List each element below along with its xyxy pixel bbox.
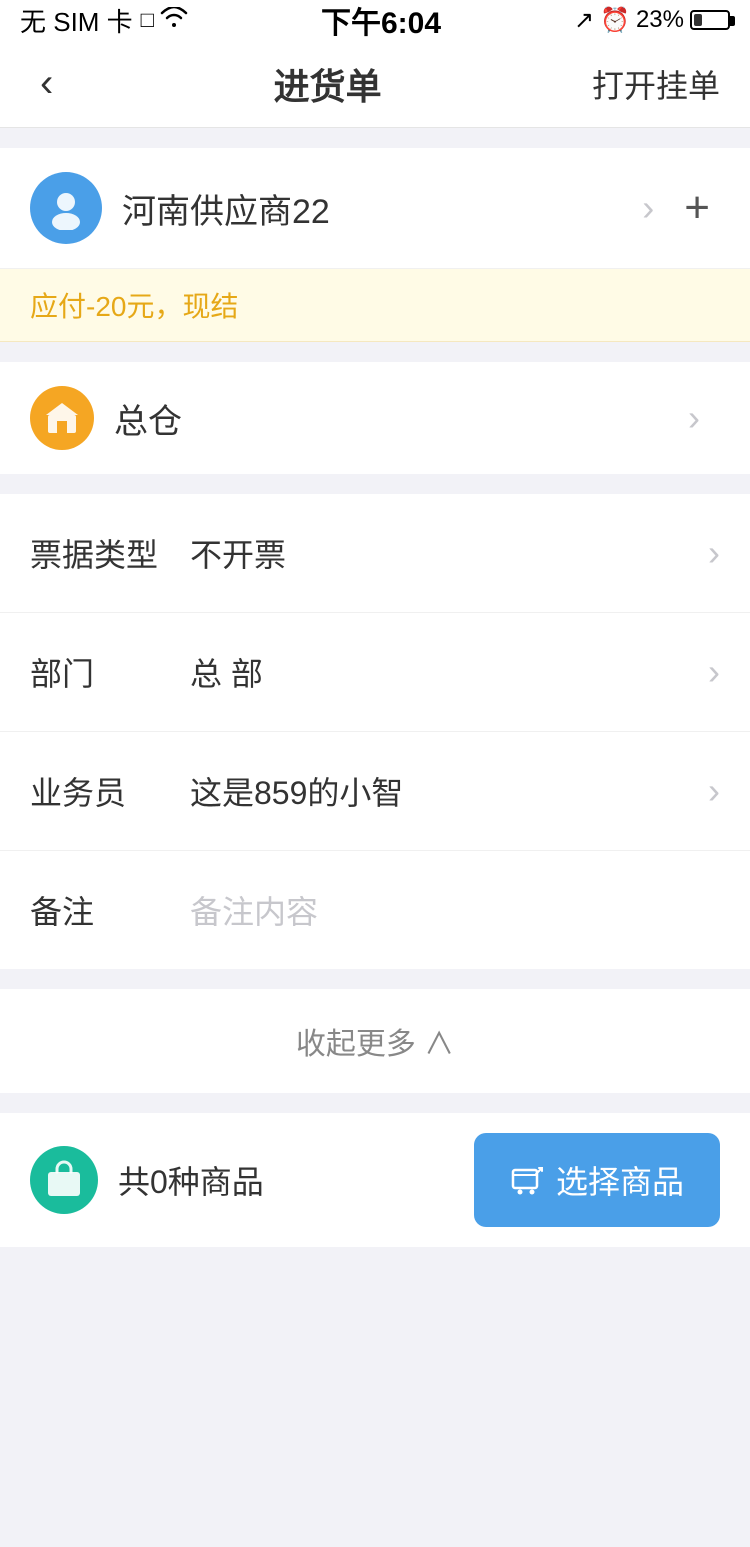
warehouse-chevron-icon: › [688,397,700,439]
open-pending-button[interactable]: 打开挂单 [592,61,720,107]
dept-row[interactable]: 部门 总 部 › [0,613,750,732]
remark-label: 备注 [30,887,170,933]
supplier-chevron-icon: › [642,187,654,229]
battery-percent: 23% [636,6,684,34]
collapse-row[interactable]: 收起更多 ∧ [0,989,750,1093]
dept-label: 部门 [30,649,170,695]
page-title: 进货单 [274,58,382,110]
status-bar: 无 SIM 卡 □ 下午6:04 ↗ ⏰ 23% [0,0,750,40]
supplier-name: 河南供应商22 [122,184,642,233]
bottom-bar: 共0种商品 选择商品 [0,1113,750,1247]
sim-label: 无 SIM 卡 [20,2,133,39]
sales-row[interactable]: 业务员 这是859的小智 › [0,732,750,851]
product-count: 共0种商品 [118,1157,454,1203]
nav-bar: ‹ 进货单 打开挂单 [0,40,750,128]
section-gap-2 [0,342,750,362]
status-left: 无 SIM 卡 □ [20,2,188,39]
supplier-avatar [30,172,102,244]
sales-label: 业务员 [30,768,170,814]
add-supplier-button[interactable]: + [674,183,720,233]
alarm-icon: ⏰ [600,6,630,35]
page-background [0,1247,750,1547]
remark-input[interactable]: 备注内容 [170,887,720,933]
invoice-type-label: 票据类型 [30,530,170,576]
cart-icon [510,1162,546,1198]
battery-icon [690,10,730,30]
sales-chevron-icon: › [708,770,720,812]
remark-row[interactable]: 备注 备注内容 [0,851,750,969]
supplier-row[interactable]: 河南供应商22 › + [0,148,750,269]
warehouse-section: 总仓 › [0,362,750,474]
supplier-section: 河南供应商22 › + 应付-20元，现结 [0,148,750,342]
status-right: ↗ ⏰ 23% [574,6,730,35]
collapse-label: 收起更多 ∧ [296,1019,454,1063]
invoice-type-value: 不开票 [170,530,708,576]
dept-chevron-icon: › [708,651,720,693]
warehouse-icon [30,386,94,450]
form-section: 票据类型 不开票 › 部门 总 部 › 业务员 这是859的小智 › 备注 备注… [0,494,750,969]
dept-value: 总 部 [170,649,708,695]
warehouse-row[interactable]: 总仓 › [0,362,750,474]
product-icon [30,1146,98,1214]
select-product-button[interactable]: 选择商品 [474,1133,720,1227]
sales-value: 这是859的小智 [170,768,708,814]
back-button[interactable]: ‹ [30,51,63,116]
select-product-label: 选择商品 [556,1157,684,1203]
location-icon: ↗ [574,6,594,35]
warehouse-name: 总仓 [114,394,688,443]
section-gap-1 [0,128,750,148]
supplier-notice: 应付-20元，现结 [0,269,750,342]
wifi-icon: □ [141,7,188,33]
invoice-chevron-icon: › [708,532,720,574]
status-time: 下午6:04 [321,0,441,42]
invoice-type-row[interactable]: 票据类型 不开票 › [0,494,750,613]
